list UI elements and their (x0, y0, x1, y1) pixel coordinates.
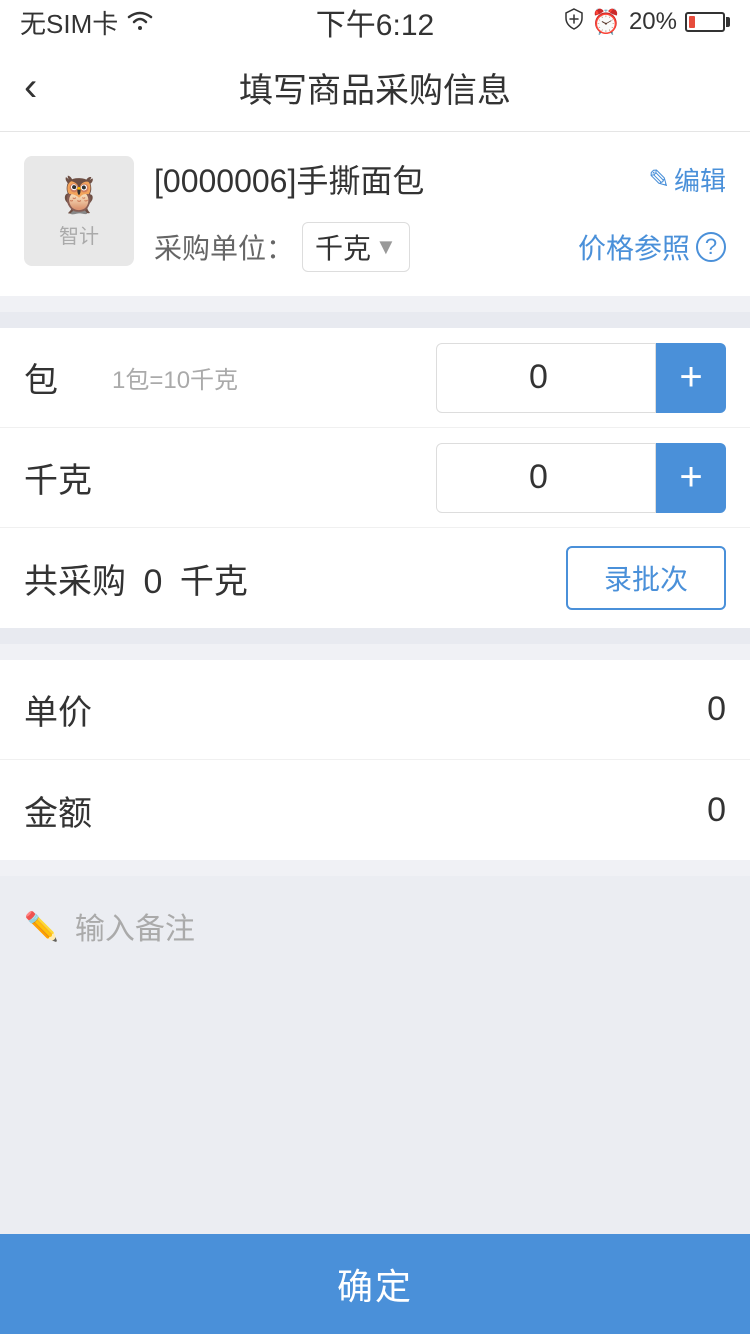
edit-label: 编辑 (674, 161, 726, 198)
unit-label: 采购单位： (154, 227, 294, 267)
alarm-icon: ⏰ (591, 8, 621, 37)
kg-plus-button[interactable]: + (656, 443, 726, 513)
total-row: 共采购 0 千克 录批次 (0, 528, 750, 628)
price-section: 单价 0 金额 0 (0, 660, 750, 860)
unit-value: 千克 (315, 227, 371, 267)
product-logo-text: 智计 (59, 220, 99, 249)
pencil-icon: ✏️ (24, 910, 59, 943)
bag-label: 包 (24, 353, 104, 402)
product-unit-row: 采购单位： 千克 ▼ 价格参照 ? (154, 222, 726, 272)
help-icon: ? (696, 232, 726, 262)
total-label: 共采购 (24, 563, 126, 601)
product-name-row: [0000006]手撕面包 ✎ 编辑 (154, 156, 726, 202)
unit-price-row: 单价 0 (0, 660, 750, 760)
price-ref-button[interactable]: 价格参照 ? (578, 227, 726, 267)
back-button[interactable]: ‹ (24, 65, 37, 110)
status-bar-left: 无SIM卡 (20, 4, 154, 41)
edit-icon: ✎ (648, 164, 670, 195)
bottom-space (0, 976, 750, 1256)
status-bar-time: 下午6:12 (316, 0, 434, 44)
total-unit: 千克 (180, 563, 248, 601)
battery-icon (685, 12, 730, 32)
input-section: 包 1包=10千克 + 千克 + 共采购 0 千克 录批次 (0, 328, 750, 628)
bag-sublabel: 1包=10千克 (112, 360, 436, 395)
nav-bar: ‹ 填写商品采购信息 (0, 44, 750, 132)
wifi-icon (126, 7, 154, 38)
kg-input-row: 千克 + (0, 428, 750, 528)
price-ref-label: 价格参照 (578, 227, 690, 267)
amount-value: 0 (707, 791, 726, 830)
edit-button[interactable]: ✎ 编辑 (648, 161, 726, 198)
chevron-down-icon: ▼ (375, 234, 397, 260)
unit-price-label: 单价 (24, 685, 92, 734)
product-card: 🦉 智计 [0000006]手撕面包 ✎ 编辑 采购单位： 千克 ▼ 价格参照 … (0, 132, 750, 296)
bag-plus-button[interactable]: + (656, 343, 726, 413)
confirm-button[interactable]: 确定 (0, 1234, 750, 1334)
bag-quantity-input[interactable] (436, 343, 656, 413)
page-title: 填写商品采购信息 (239, 63, 511, 112)
amount-row: 金额 0 (0, 760, 750, 860)
unit-price-value: 0 (707, 690, 726, 729)
amount-label: 金额 (24, 786, 92, 835)
product-logo-icon: 🦉 (57, 174, 102, 216)
bag-input-row: 包 1包=10千克 + (0, 328, 750, 428)
product-thumbnail: 🦉 智计 (24, 156, 134, 266)
status-bar: 无SIM卡 下午6:12 ⏰ 20% (0, 0, 750, 44)
status-bar-right: ⏰ 20% (565, 8, 730, 37)
kg-label: 千克 (24, 453, 104, 502)
section-divider-2 (0, 628, 750, 644)
total-value: 0 (143, 563, 162, 601)
batch-button[interactable]: 录批次 (566, 546, 726, 610)
product-info: [0000006]手撕面包 ✎ 编辑 采购单位： 千克 ▼ 价格参照 ? (154, 156, 726, 272)
battery-text: 20% (629, 8, 677, 36)
product-name: [0000006]手撕面包 (154, 156, 424, 202)
remark-placeholder: 输入备注 (75, 904, 195, 948)
section-divider-1 (0, 312, 750, 328)
total-text: 共采购 0 千克 (24, 554, 248, 603)
unit-select[interactable]: 千克 ▼ (302, 222, 410, 272)
location-icon (565, 8, 583, 37)
carrier-text: 无SIM卡 (20, 4, 118, 41)
kg-input-group: + (436, 443, 726, 513)
unit-selector-group: 采购单位： 千克 ▼ (154, 222, 410, 272)
remark-section[interactable]: ✏️ 输入备注 (0, 876, 750, 976)
bag-input-group: + (436, 343, 726, 413)
kg-quantity-input[interactable] (436, 443, 656, 513)
